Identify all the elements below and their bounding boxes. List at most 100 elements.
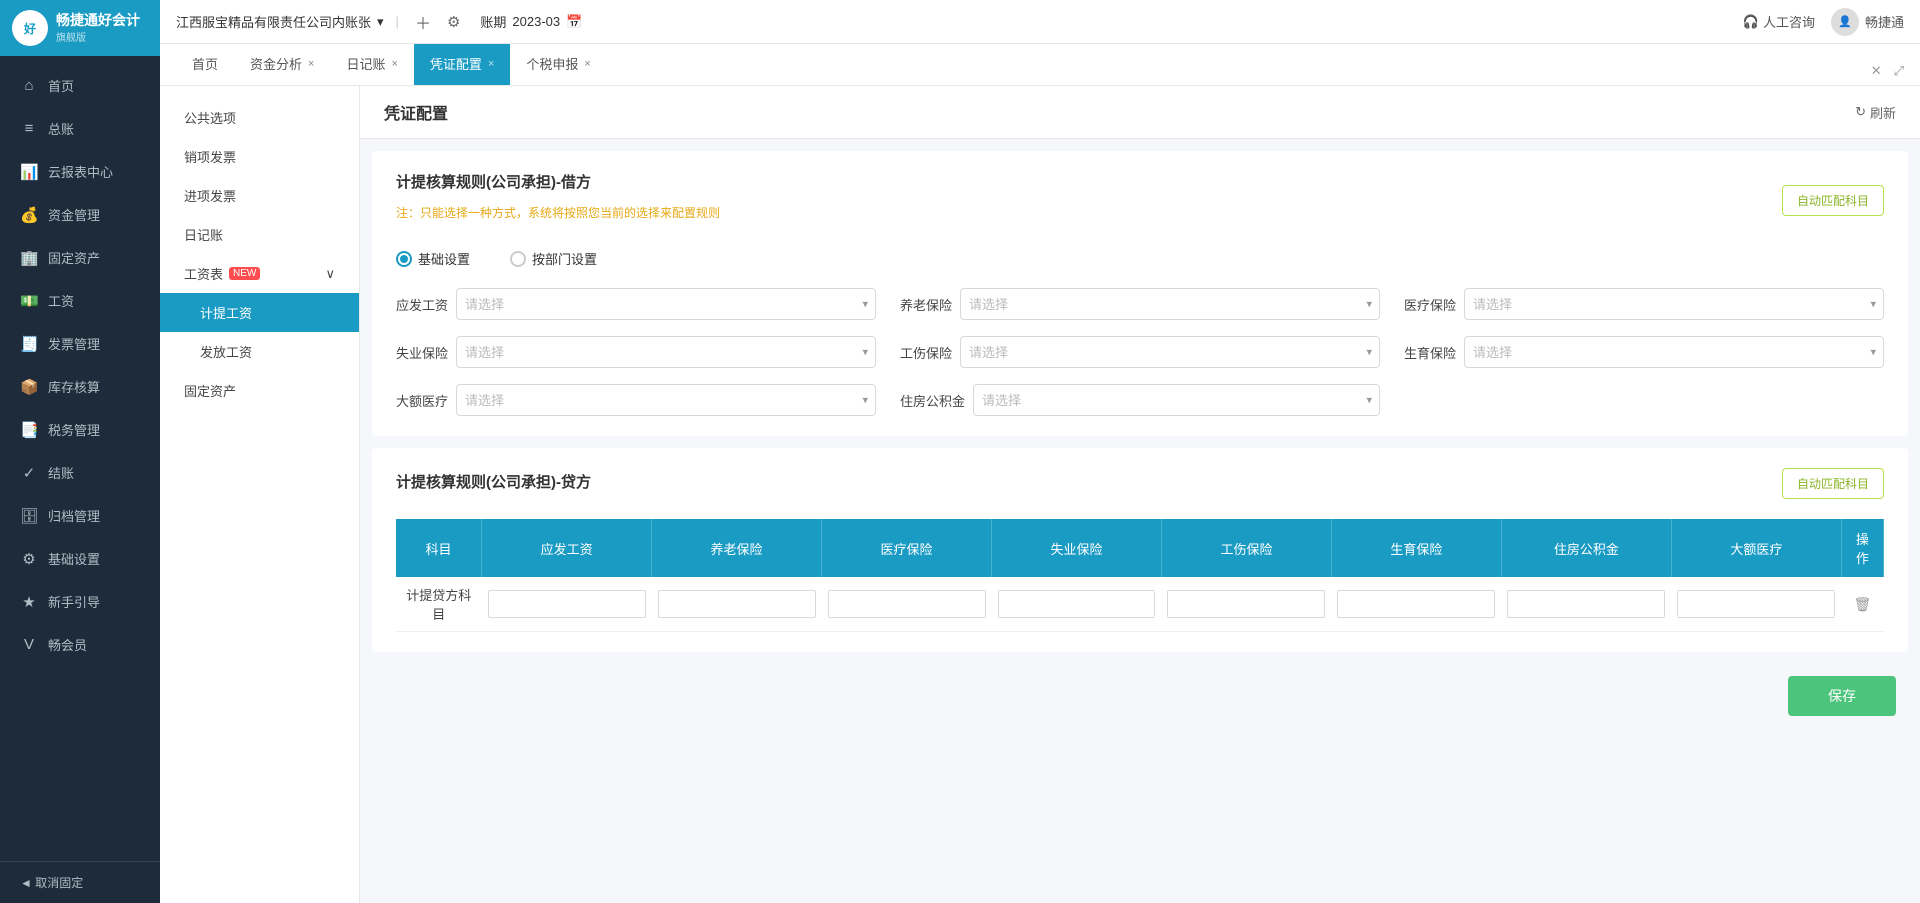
topbar-divider: | [396,14,399,29]
left-nav-fixed-assets[interactable]: 固定资产 [160,371,359,410]
logo-text: 畅捷通好会计 [56,12,140,29]
topbar-right: 🎧 人工咨询 👤 畅捷通 [1743,8,1904,36]
left-nav-journal[interactable]: 日记账 [160,215,359,254]
sidebar-item-guide[interactable]: ★ 新手引导 [0,580,160,623]
sidebar-item-tax[interactable]: 📑 税务管理 [0,408,160,451]
tab-funds[interactable]: 资金分析 × [234,44,330,85]
sidebar-item-label: 税务管理 [48,420,100,439]
cell-medical-input[interactable] [828,590,986,618]
col-pension: 养老保险 [652,519,822,577]
unemployment-select[interactable]: 请选择 [456,336,876,368]
left-nav-pay-salary[interactable]: 发放工资 [160,332,359,371]
save-button[interactable]: 保存 [1788,676,1896,716]
tab-funds-close[interactable]: × [308,58,314,70]
left-nav-sales[interactable]: 销项发票 [160,137,359,176]
cancel-pin-label: ◄ 取消固定 [20,874,83,891]
add-company-button[interactable]: ＋ [411,10,435,34]
tab-voucher-close[interactable]: × [488,58,494,70]
col-housing: 住房公积金 [1501,519,1671,577]
cell-unemployment-input[interactable] [998,590,1156,618]
sidebar-item-general[interactable]: ≡ 总账 [0,107,160,150]
user-menu[interactable]: 👤 畅捷通 [1831,8,1904,36]
maternity-select[interactable]: 请选择 [1464,336,1884,368]
sidebar-item-funds[interactable]: 💰 资金管理 [0,193,160,236]
tab-voucher[interactable]: 凭证配置 × [414,44,510,85]
sidebar-item-invoice[interactable]: 🧾 发票管理 [0,322,160,365]
sidebar-item-home[interactable]: ⌂ 首页 [0,64,160,107]
save-btn-wrapper: 保存 [360,664,1920,728]
company-selector[interactable]: 江西服宝精品有限责任公司内账张 ▾ [176,12,384,31]
big-medical-select[interactable]: 请选择 [456,384,876,416]
debit-section-left: 计提核算规则(公司承担)-借方 注：只能选择一种方式，系统将按照您当前的选择来配… [396,171,720,237]
medical-select-wrapper: 请选择 ▾ [1464,288,1884,320]
cell-action: 🗑 [1841,577,1883,632]
sidebar-item-label: 基础设置 [48,549,100,568]
sidebar-item-closing[interactable]: ✓ 结账 [0,451,160,494]
debit-auto-match-button[interactable]: 自动匹配科目 [1782,185,1884,216]
sidebar-item-member[interactable]: V 畅会员 [0,623,160,666]
service-label: 人工咨询 [1763,12,1815,31]
injury-select[interactable]: 请选择 [960,336,1380,368]
period-selector[interactable]: 账期 2023-03 📅 [480,12,582,31]
col-wages: 应发工资 [482,519,652,577]
sidebar-item-reports[interactable]: 📊 云报表中心 [0,150,160,193]
left-nav-purchase[interactable]: 进项发票 [160,176,359,215]
sidebar-nav: ⌂ 首页 ≡ 总账 📊 云报表中心 💰 资金管理 🏢 固定资产 💵 工资 🧾 发… [0,56,160,861]
field-maternity: 生育保险 请选择 ▾ [1404,336,1884,368]
logo-subtext: 旗舰版 [56,29,140,44]
sidebar-item-assets[interactable]: 🏢 固定资产 [0,236,160,279]
housing-select[interactable]: 请选择 [973,384,1380,416]
field-pension: 养老保险 请选择 ▾ [900,288,1380,320]
radio-dept-label: 按部门设置 [532,249,597,268]
tab-tax-close[interactable]: × [584,58,590,70]
radio-dept[interactable]: 按部门设置 [510,249,597,268]
cell-big-medical [1671,577,1841,632]
company-name: 江西服宝精品有限责任公司内账张 [176,12,371,31]
col-medical: 医疗保险 [822,519,992,577]
cell-pension-input[interactable] [658,590,816,618]
medical-select[interactable]: 请选择 [1464,288,1884,320]
page-title: 凭证配置 [384,100,448,124]
cell-housing-input[interactable] [1507,590,1665,618]
sidebar-item-archive[interactable]: 🗄 归档管理 [0,494,160,537]
unemployment-select-wrapper: 请选择 ▾ [456,336,876,368]
left-nav-payroll[interactable]: 计提工资 [160,293,359,332]
refresh-button[interactable]: ↻ 刷新 [1855,103,1896,122]
tab-journal[interactable]: 日记账 × [330,44,413,85]
field-big-medical: 大额医疗 请选择 ▾ [396,384,876,416]
expand-icon[interactable]: ⤢ [1894,63,1904,79]
tab-tax[interactable]: 个税申报 × [510,44,606,85]
left-nav-public[interactable]: 公共选项 [160,98,359,137]
topbar-settings-icon[interactable]: ⚙ [447,13,460,31]
pension-select-wrapper: 请选择 ▾ [960,288,1380,320]
maternity-select-wrapper: 请选择 ▾ [1464,336,1884,368]
delete-row-button[interactable]: 🗑 [1854,596,1872,612]
sidebar-item-label: 归档管理 [48,506,100,525]
cell-wages-input[interactable] [488,590,646,618]
company-dropdown-icon: ▾ [377,14,384,30]
wages-select[interactable]: 请选择 [456,288,876,320]
sidebar-item-label: 新手引导 [48,592,100,611]
tab-journal-close[interactable]: × [391,58,397,70]
left-nav-salary-group[interactable]: 工资表 NEW ∨ [160,254,359,293]
radio-basic-circle [396,251,412,267]
cell-injury-input[interactable] [1167,590,1325,618]
credit-auto-match-button[interactable]: 自动匹配科目 [1782,468,1884,499]
sidebar-item-settings[interactable]: ⚙ 基础设置 [0,537,160,580]
field-medical: 医疗保险 请选择 ▾ [1404,288,1884,320]
service-button[interactable]: 🎧 人工咨询 [1743,12,1815,31]
field-injury: 工伤保险 请选择 ▾ [900,336,1380,368]
radio-basic[interactable]: 基础设置 [396,249,470,268]
sidebar-item-label: 工资 [48,291,74,310]
close-all-icon[interactable]: ✕ [1871,63,1882,79]
cancel-pin-button[interactable]: ◄ 取消固定 [0,861,160,903]
cell-maternity-input[interactable] [1337,590,1495,618]
cell-big-medical-input[interactable] [1677,590,1835,618]
username: 畅捷通 [1865,12,1904,31]
pension-select[interactable]: 请选择 [960,288,1380,320]
sidebar-item-inventory[interactable]: 📦 库存核算 [0,365,160,408]
tabbar-actions: ✕ ⤢ [1871,63,1904,85]
tab-home[interactable]: 首页 [176,44,234,85]
credit-table: 科目 应发工资 养老保险 医疗保险 失业保险 工伤保险 生育保险 住房公积金 大… [396,519,1884,632]
sidebar-item-salary[interactable]: 💵 工资 [0,279,160,322]
